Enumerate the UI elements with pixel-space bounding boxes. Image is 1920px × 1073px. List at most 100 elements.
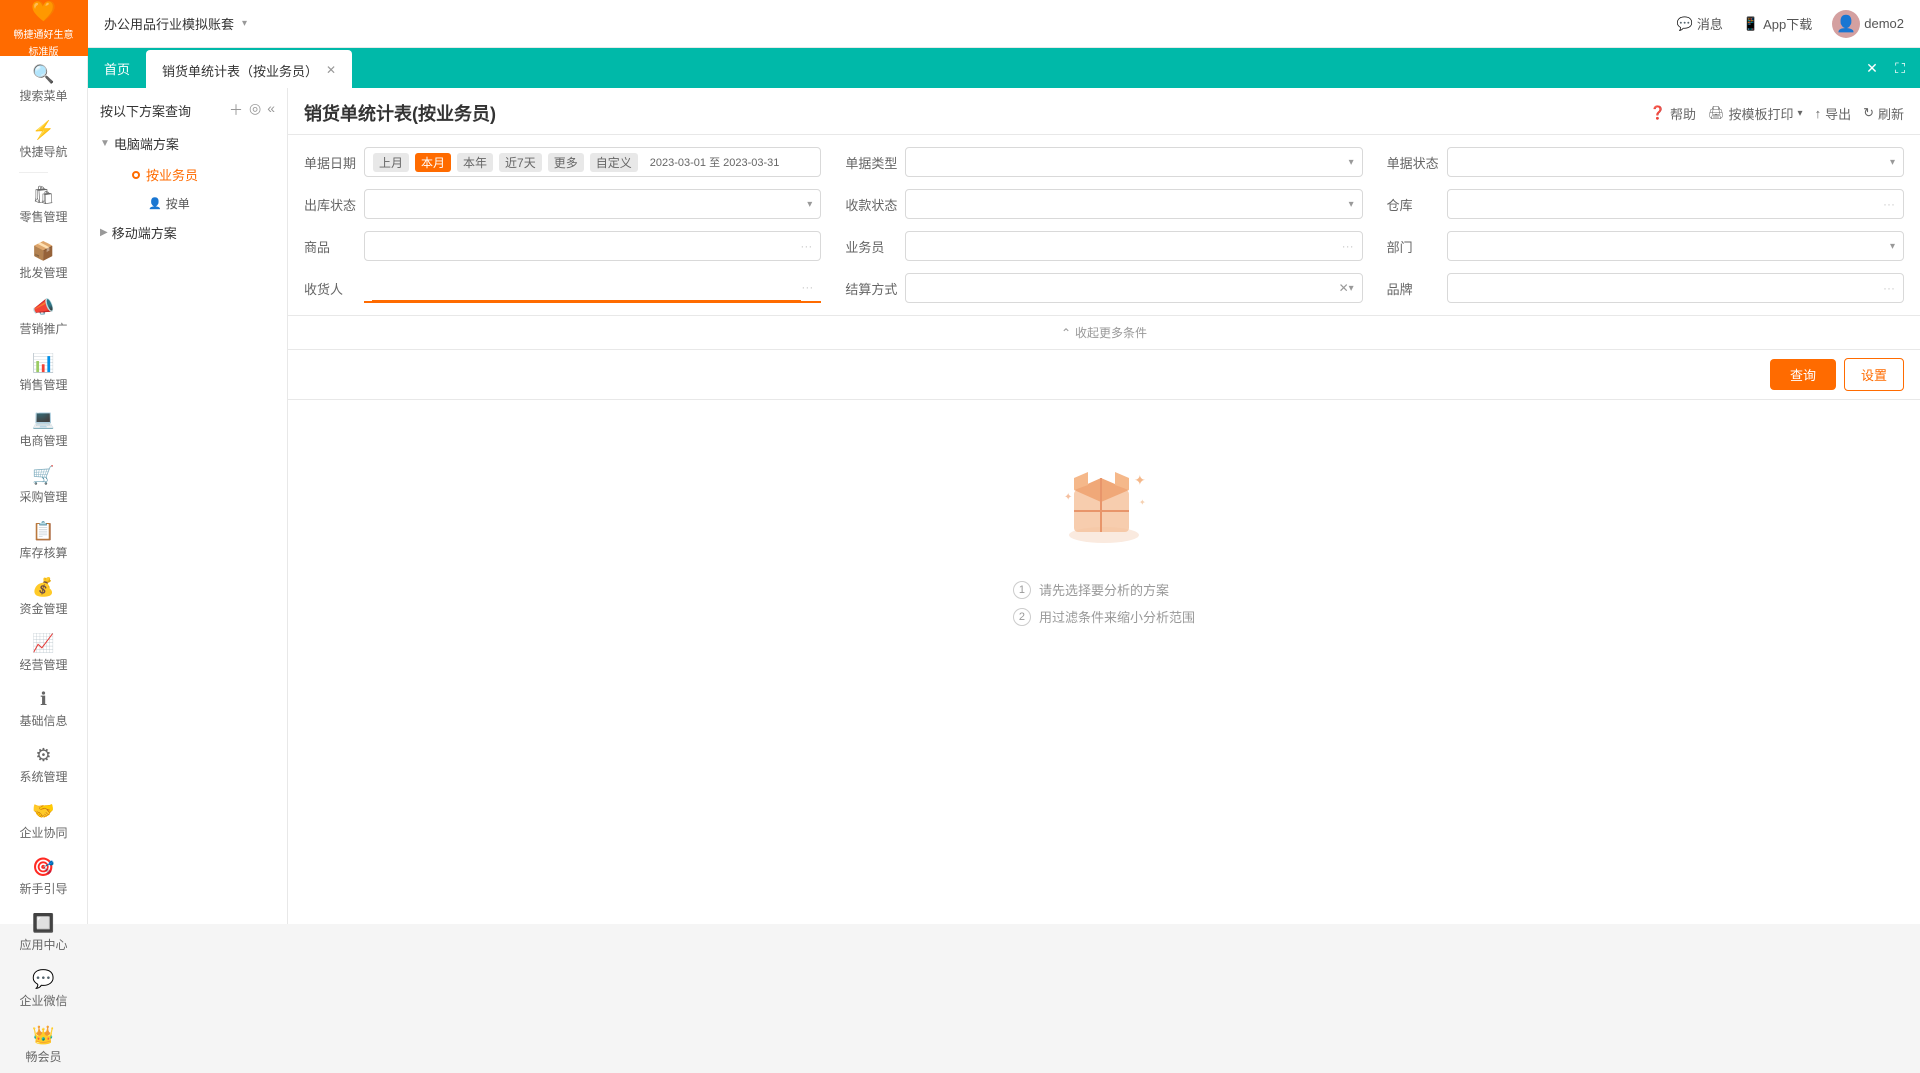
filter-receiver-input[interactable]: [372, 272, 801, 302]
sidebar-item-sales-mgmt[interactable]: 📊销售管理: [19, 345, 67, 401]
date-option-last-month[interactable]: 上月: [373, 153, 409, 172]
filter-receiver-control[interactable]: ···: [364, 273, 821, 303]
refresh-icon: ↻: [1863, 105, 1874, 121]
app-logo[interactable]: 🧡 畅捷通好生意 标准版: [0, 0, 88, 56]
tab-close-window-btn[interactable]: ✕: [1860, 56, 1884, 80]
sidebar-item-enterprise[interactable]: 🤝企业协同: [19, 793, 67, 849]
tree-item-desktop[interactable]: ▼ 电脑端方案: [88, 128, 287, 159]
tab-home-label: 首页: [104, 59, 130, 78]
tab-maximize-btn[interactable]: ⛶: [1888, 56, 1912, 80]
collapse-more-btn[interactable]: ⌃ 收起更多条件: [1061, 324, 1147, 341]
wholesale-mgmt-icon: 📦: [32, 241, 54, 262]
message-icon: 💬: [1677, 16, 1693, 32]
sidebar-item-sys-mgmt[interactable]: ⚙系统管理: [19, 737, 67, 793]
filter-date-control[interactable]: 上月 本月 本年 近7天 更多 自定义 2023-03-01 至 2023-03…: [364, 147, 821, 177]
sidebar-label-sys-mgmt: 系统管理: [19, 768, 67, 785]
sidebar-item-search-menu[interactable]: 🔍搜索菜单: [19, 56, 67, 112]
tree-item-mobile[interactable]: ▶ 移动端方案: [88, 217, 287, 248]
active-dot: [132, 171, 140, 179]
setting-btn[interactable]: 设置: [1844, 358, 1904, 391]
tip-text-2: 用过滤条件来缩小分析范围: [1039, 607, 1195, 626]
sidebar-item-basic-info[interactable]: ℹ 基础信息: [19, 681, 67, 737]
filter-payment-status-arrow: ▾: [1349, 199, 1354, 210]
action-bar: 查询 设置: [288, 350, 1920, 400]
filter-receiver-more-icon: ···: [801, 280, 813, 294]
marketing-icon: 📣: [32, 297, 54, 318]
filter-doc-status-control[interactable]: ▾: [1447, 147, 1904, 177]
sidebar-item-wholesale-mgmt[interactable]: 📦 批发管理: [19, 233, 67, 289]
sidebar-item-retail-mgmt[interactable]: 🛍零售管理: [19, 177, 67, 233]
filter-settlement: 结算方式 ✕ ▾: [845, 273, 1362, 303]
filter-payment-status: 收款状态 ▾: [845, 189, 1362, 219]
filter-goods-control[interactable]: ···: [364, 231, 821, 261]
collapse-panel-btn[interactable]: «: [267, 100, 275, 120]
filter-warehouse-control[interactable]: ···: [1447, 189, 1904, 219]
sidebar-item-quick-nav[interactable]: ⚡快捷导航: [19, 112, 67, 168]
sidebar-item-business-mgmt[interactable]: 📈经营管理: [19, 625, 67, 681]
breadcrumb-dropdown-icon[interactable]: ▾: [242, 18, 247, 29]
breadcrumb-area: 办公用品行业模拟账套 ▾: [104, 14, 247, 33]
filter-staff-control[interactable]: ···: [905, 231, 1362, 261]
filter-department-control[interactable]: ▾: [1447, 231, 1904, 261]
refresh-btn[interactable]: ↻ 刷新: [1863, 104, 1904, 123]
svg-text:✦: ✦: [1134, 472, 1146, 488]
date-option-more[interactable]: 更多: [548, 153, 584, 172]
empty-icon: ✦ ✦ ✦: [1044, 440, 1164, 560]
manage-scheme-btn[interactable]: ◎: [249, 100, 261, 120]
sidebar-item-inventory[interactable]: 📋库存核算: [19, 513, 67, 569]
filter-row-3: 商品 ··· 业务员 ···: [304, 231, 1904, 261]
sidebar-item-app-center[interactable]: 🔲应用中心: [19, 905, 67, 961]
filter-date: 单据日期 上月 本月 本年 近7天 更多 自定义 2023-03-01 至 20…: [304, 147, 821, 177]
help-icon: ❓: [1650, 105, 1666, 121]
sidebar-item-marketing[interactable]: 📣营销推广: [19, 289, 67, 345]
search-menu-icon: 🔍: [32, 64, 54, 85]
filter-settlement-clear-btn[interactable]: ✕: [1339, 281, 1349, 295]
tree-child-by-order-label: 按单: [166, 195, 190, 212]
tree-arrow-desktop: ▼: [100, 138, 110, 149]
sidebar-item-purchase-mgmt[interactable]: 🛒采购管理: [19, 457, 67, 513]
print-btn[interactable]: 🖨 按模板打印 ▾: [1708, 104, 1803, 123]
empty-tips: 1 请先选择要分析的方案 2 用过滤条件来缩小分析范围: [1013, 580, 1195, 626]
filter-settlement-control[interactable]: ✕ ▾: [905, 273, 1362, 303]
date-option-this-year[interactable]: 本年: [457, 153, 493, 172]
tree-child-by-order[interactable]: 👤 按单: [112, 190, 287, 217]
query-btn[interactable]: 查询: [1770, 359, 1836, 390]
message-label: 消息: [1697, 14, 1723, 33]
empty-tip-1: 1 请先选择要分析的方案: [1013, 580, 1195, 599]
date-option-this-month[interactable]: 本月: [415, 153, 451, 172]
date-range-text: 2023-03-01 至 2023-03-31: [650, 154, 813, 170]
tree-child-by-staff[interactable]: 按业务员: [112, 159, 287, 190]
sidebar-item-finance[interactable]: 💰资金管理: [19, 569, 67, 625]
sidebar-label-basic-info: 基础信息: [19, 712, 67, 729]
filter-out-status-control[interactable]: ▾: [364, 189, 821, 219]
sidebar-item-member[interactable]: 👑畅会员: [19, 1017, 67, 1073]
member-icon: 👑: [32, 1025, 54, 1046]
basic-info-icon: ℹ: [40, 689, 47, 710]
filter-brand-control[interactable]: ···: [1447, 273, 1904, 303]
export-btn[interactable]: ↑ 导出: [1815, 104, 1852, 123]
date-option-custom[interactable]: 自定义: [590, 153, 638, 172]
user-profile[interactable]: 👤 demo2: [1832, 10, 1904, 38]
sidebar-item-ecom-mgmt[interactable]: 💻电商管理: [19, 401, 67, 457]
filter-payment-status-control[interactable]: ▾: [905, 189, 1362, 219]
sidebar-label-wholesale-mgmt: 批发管理: [19, 264, 67, 281]
filter-date-label: 单据日期: [304, 153, 364, 172]
sidebar-item-corp-wechat[interactable]: 💬企业微信: [19, 961, 67, 1017]
filter-settlement-label: 结算方式: [845, 279, 905, 298]
sales-mgmt-icon: 📊: [32, 353, 54, 374]
tab-home[interactable]: 首页: [88, 48, 146, 88]
sidebar-item-newbie[interactable]: 🎯新手引导: [19, 849, 67, 905]
add-scheme-btn[interactable]: ＋: [229, 100, 243, 120]
date-option-7days[interactable]: 近7天: [499, 153, 542, 172]
tab-close-icon[interactable]: ✕: [326, 63, 336, 77]
print-dropdown-icon[interactable]: ▾: [1798, 108, 1803, 119]
sidebar-label-ecom-mgmt: 电商管理: [19, 432, 67, 449]
tip-text-1: 请先选择要分析的方案: [1039, 580, 1169, 599]
app-download-btn[interactable]: 📱 App下载: [1743, 14, 1812, 33]
tab-sales-stats[interactable]: 销货单统计表（按业务员） ✕: [146, 50, 352, 90]
sidebar-label-business-mgmt: 经营管理: [19, 656, 67, 673]
message-btn[interactable]: 💬 消息: [1677, 14, 1723, 33]
filter-doc-type-control[interactable]: ▾: [905, 147, 1362, 177]
sidebar-divider: [19, 172, 48, 173]
help-btn[interactable]: ❓ 帮助: [1650, 104, 1696, 123]
